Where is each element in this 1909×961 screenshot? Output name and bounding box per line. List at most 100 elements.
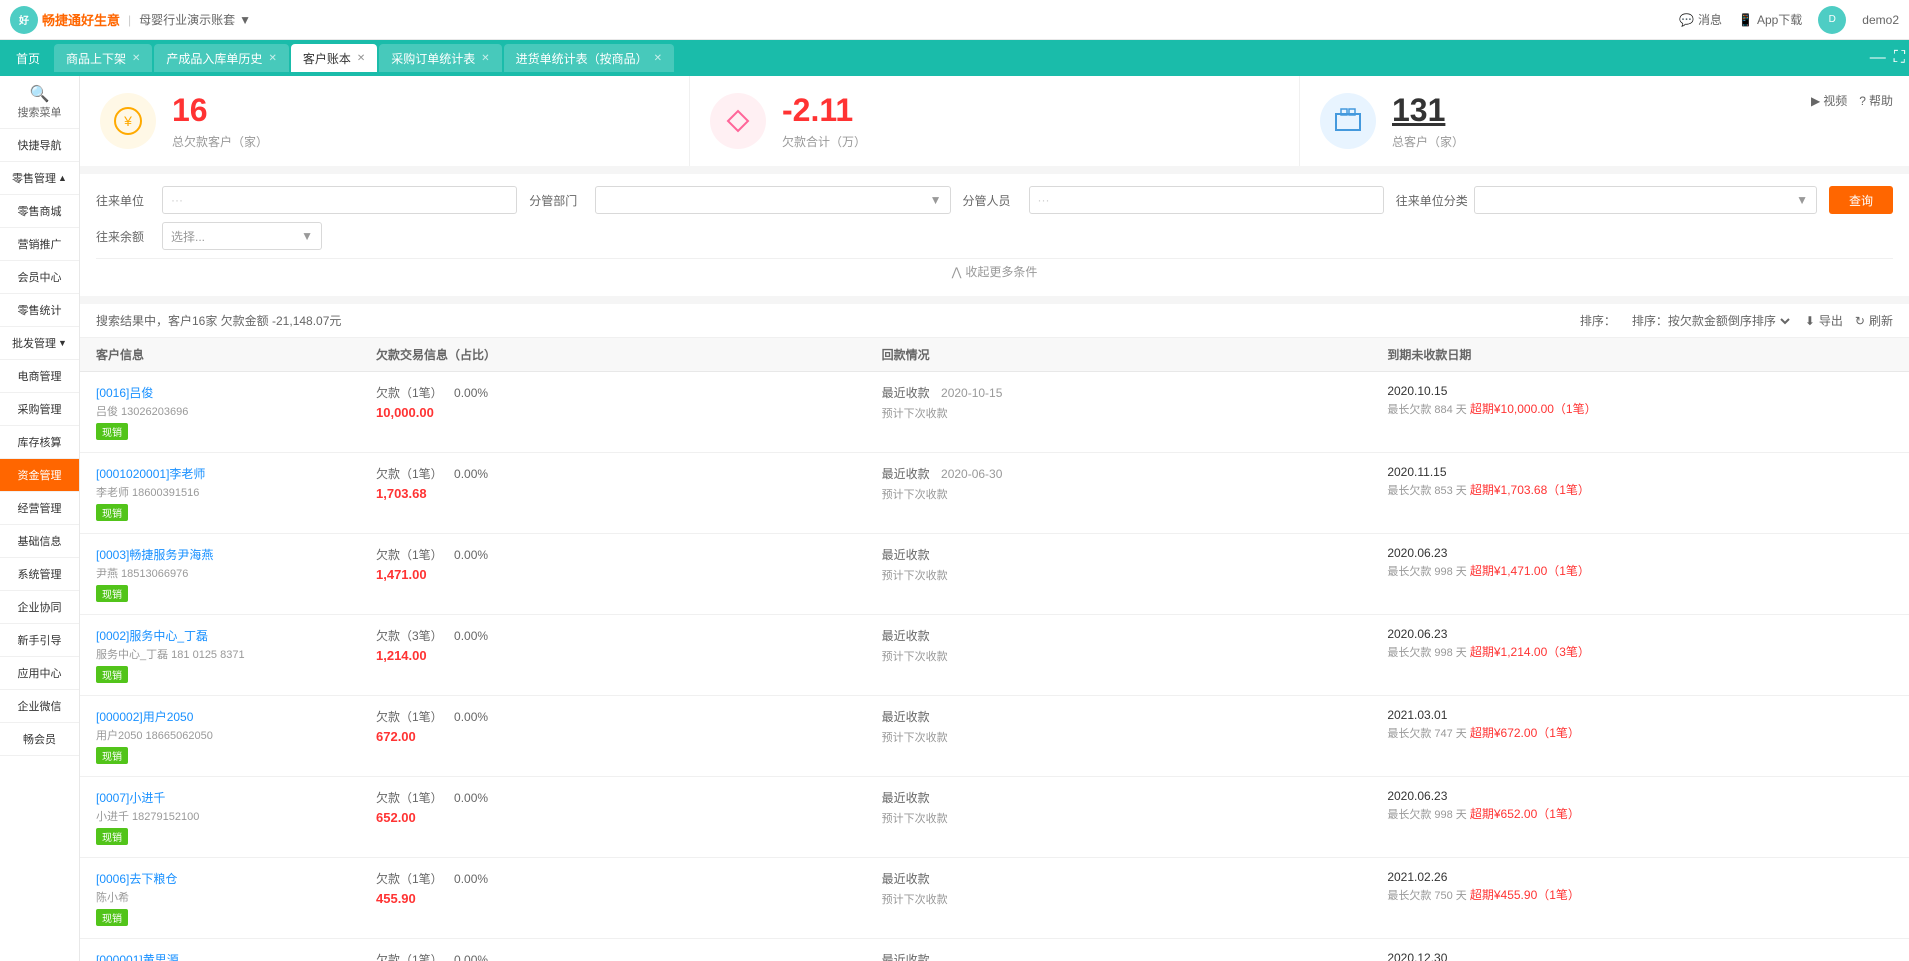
- source-unit-input[interactable]: ···: [162, 186, 517, 214]
- sidebar-item-capital[interactable]: 资金管理: [0, 459, 79, 492]
- unit-category-input[interactable]: ▼: [1474, 186, 1817, 214]
- sidebar-item-apps[interactable]: 应用中心: [0, 657, 79, 690]
- sidebar-member-label: 会员中心: [18, 272, 62, 284]
- tab-production-label: 产成品入库单历史: [166, 50, 262, 67]
- tab-goods-label: 商品上下架: [66, 50, 126, 67]
- tab-purchase-summary[interactable]: 采购订单统计表 ✕: [379, 44, 501, 72]
- tab-home[interactable]: 首页: [4, 44, 52, 72]
- sidebar-retail-shop-label: 零售商城: [18, 206, 62, 218]
- sidebar-search[interactable]: 🔍 搜索菜单: [0, 76, 79, 129]
- sidebar-item-vip[interactable]: 畅会员: [0, 723, 79, 756]
- sidebar-item-inventory[interactable]: 库存核算: [0, 426, 79, 459]
- tab-production[interactable]: 产成品入库单历史 ✕: [154, 44, 288, 72]
- customer-name-3[interactable]: [0002]服务中心_丁磊: [96, 629, 208, 643]
- tab-production-close[interactable]: ✕: [268, 53, 276, 64]
- sidebar-item-retail-mgmt[interactable]: 零售管理 ▲: [0, 162, 79, 195]
- app-icon: 📱: [1738, 13, 1753, 27]
- help-link[interactable]: ? 帮助: [1859, 92, 1893, 109]
- tab-purchase-summary-close[interactable]: ✕: [481, 53, 489, 64]
- tab-customer-close[interactable]: ✕: [357, 53, 365, 64]
- sidebar-item-purchase[interactable]: 采购管理: [0, 393, 79, 426]
- filter-row-1: 往来单位 ··· 分管部门 ▼ 分管人员 ···: [96, 186, 1893, 214]
- chevron-icon: ▲: [58, 173, 67, 183]
- collapse-label: 收起更多条件: [965, 263, 1037, 280]
- payback-info-4: 最近收款 预计下次收款: [882, 708, 1388, 745]
- tab-inbound-summary-close[interactable]: ✕: [654, 53, 662, 64]
- tab-customer-label: 客户账本: [303, 50, 351, 67]
- stat-card-total-customers: 131 总客户（家） ▶ 视频 ? 帮助: [1300, 76, 1909, 166]
- stat-info-total: 131 总客户（家）: [1392, 92, 1464, 150]
- customer-name-5[interactable]: [0007]小进千: [96, 791, 165, 805]
- customer-name-1[interactable]: [0001020001]李老师: [96, 467, 205, 481]
- customer-name-6[interactable]: [0006]去下粮仓: [96, 872, 177, 886]
- table-header: 客户信息 欠款交易信息（占比） 回款情况 到期未收款日期: [80, 338, 1909, 372]
- sidebar-ops-label: 经营管理: [18, 503, 62, 515]
- collapse-button[interactable]: ⋀ 收起更多条件: [96, 258, 1893, 284]
- balance-input[interactable]: 选择... ▼: [162, 222, 322, 250]
- sidebar-purchase-label: 采购管理: [18, 404, 62, 416]
- sort-select[interactable]: 排序：按欠款金额倒序排序: [1628, 313, 1793, 329]
- overdue-amount-0[interactable]: 超期¥10,000.00（1笔）: [1470, 402, 1597, 416]
- sidebar-item-retail-shop[interactable]: 零售商城: [0, 195, 79, 228]
- store-selector[interactable]: 母婴行业演示账套 ▼: [139, 11, 251, 28]
- sidebar-item-system[interactable]: 系统管理: [0, 558, 79, 591]
- tab-customer[interactable]: 客户账本 ✕: [291, 44, 377, 72]
- avatar[interactable]: D: [1818, 6, 1846, 34]
- table-row: [0001020001]李老师 李老师 18600391516 现销 欠款（1笔…: [80, 453, 1909, 534]
- sidebar-item-enterprise[interactable]: 企业协同: [0, 591, 79, 624]
- sidebar-item-newbie[interactable]: 新手引导: [0, 624, 79, 657]
- payback-info-1: 最近收款 2020-06-30 预计下次收款: [882, 465, 1388, 502]
- sort-label: 排序：: [1580, 312, 1616, 329]
- table-row: [0003]畅捷服务尹海燕 尹燕 18513066976 现销 欠款（1笔） 0…: [80, 534, 1909, 615]
- stats-bar: ¥ 16 总欠款客户（家） -2.11 欠款合计（万）: [80, 76, 1909, 166]
- video-link[interactable]: ▶ 视频: [1811, 92, 1847, 109]
- tab-minimize-icon[interactable]: —: [1870, 49, 1886, 67]
- overdue-info-1: 2020.11.15 最长欠款 853 天 超期¥1,703.68（1笔）: [1387, 465, 1893, 498]
- sidebar-item-quick-nav[interactable]: 快捷导航: [0, 129, 79, 162]
- sidebar-item-basic[interactable]: 基础信息: [0, 525, 79, 558]
- message-btn[interactable]: 💬 消息: [1679, 11, 1722, 28]
- stat-value-total-debt: -2.11: [782, 92, 866, 129]
- customer-name-0[interactable]: [0016]吕俊: [96, 386, 153, 400]
- tab-maximize-icon[interactable]: ⛶: [1894, 49, 1905, 67]
- sidebar-item-ops[interactable]: 经营管理: [0, 492, 79, 525]
- sidebar-system-label: 系统管理: [18, 569, 62, 581]
- dept-dropdown-icon: ▼: [930, 193, 942, 207]
- dept-input[interactable]: ▼: [595, 186, 950, 214]
- filter-dept: 分管部门 ▼: [529, 186, 950, 214]
- overdue-info-4: 2021.03.01 最长欠款 747 天 超期¥672.00（1笔）: [1387, 708, 1893, 741]
- customer-name-4[interactable]: [000002]用户2050: [96, 710, 193, 724]
- table-row: [0006]去下粮仓 陈小希 现销 欠款（1笔） 0.00% 455.90 最近…: [80, 858, 1909, 939]
- col-header-debt: 欠款交易信息（占比）: [376, 346, 882, 363]
- export-btn[interactable]: ⬇ 导出: [1805, 312, 1843, 329]
- sidebar-item-batch-mgmt[interactable]: 批发管理 ▼: [0, 327, 79, 360]
- sidebar-item-wechat[interactable]: 企业微信: [0, 690, 79, 723]
- filter-unit-category-label: 往来单位分类: [1396, 192, 1468, 209]
- tab-inbound-summary[interactable]: 进货单统计表（按商品） ✕: [504, 44, 674, 72]
- sidebar-newbie-label: 新手引导: [18, 635, 62, 647]
- sidebar-item-marketing[interactable]: 营销推广: [0, 228, 79, 261]
- logo[interactable]: 好 畅捷通好生意: [10, 6, 120, 34]
- tab-goods-close[interactable]: ✕: [132, 53, 140, 64]
- sidebar-item-ecommerce[interactable]: 电商管理: [0, 360, 79, 393]
- customer-name-7[interactable]: [000001]黄思源: [96, 953, 179, 961]
- stat-icon-debt: [710, 93, 766, 149]
- sidebar-item-retail-stats[interactable]: 零售统计: [0, 294, 79, 327]
- refresh-btn[interactable]: ↻ 刷新: [1855, 312, 1893, 329]
- customer-name-2[interactable]: [0003]畅捷服务尹海燕: [96, 548, 213, 562]
- customer-tag-2: 现销: [96, 585, 128, 602]
- stat-icon-customers: ¥: [100, 93, 156, 149]
- debt-amount-0: 10,000.00: [376, 405, 882, 420]
- app-download-btn[interactable]: 📱 App下载: [1738, 11, 1802, 28]
- debt-info-5: 欠款（1笔） 0.00% 652.00: [376, 789, 882, 825]
- customer-tag-3: 现销: [96, 666, 128, 683]
- person-input[interactable]: ···: [1029, 186, 1384, 214]
- search-button[interactable]: 查询: [1829, 186, 1893, 214]
- tab-purchase-summary-label: 采购订单统计表: [391, 50, 475, 67]
- customer-info-6: [0006]去下粮仓 陈小希 现销: [96, 870, 376, 926]
- sidebar-item-member[interactable]: 会员中心: [0, 261, 79, 294]
- top-bar-right: 💬 消息 📱 App下载 D demo2: [1679, 6, 1899, 34]
- filter-balance-label: 往来余额: [96, 228, 156, 245]
- tab-goods[interactable]: 商品上下架 ✕: [54, 44, 152, 72]
- filter-row-2: 往来余额 选择... ▼: [96, 222, 496, 250]
